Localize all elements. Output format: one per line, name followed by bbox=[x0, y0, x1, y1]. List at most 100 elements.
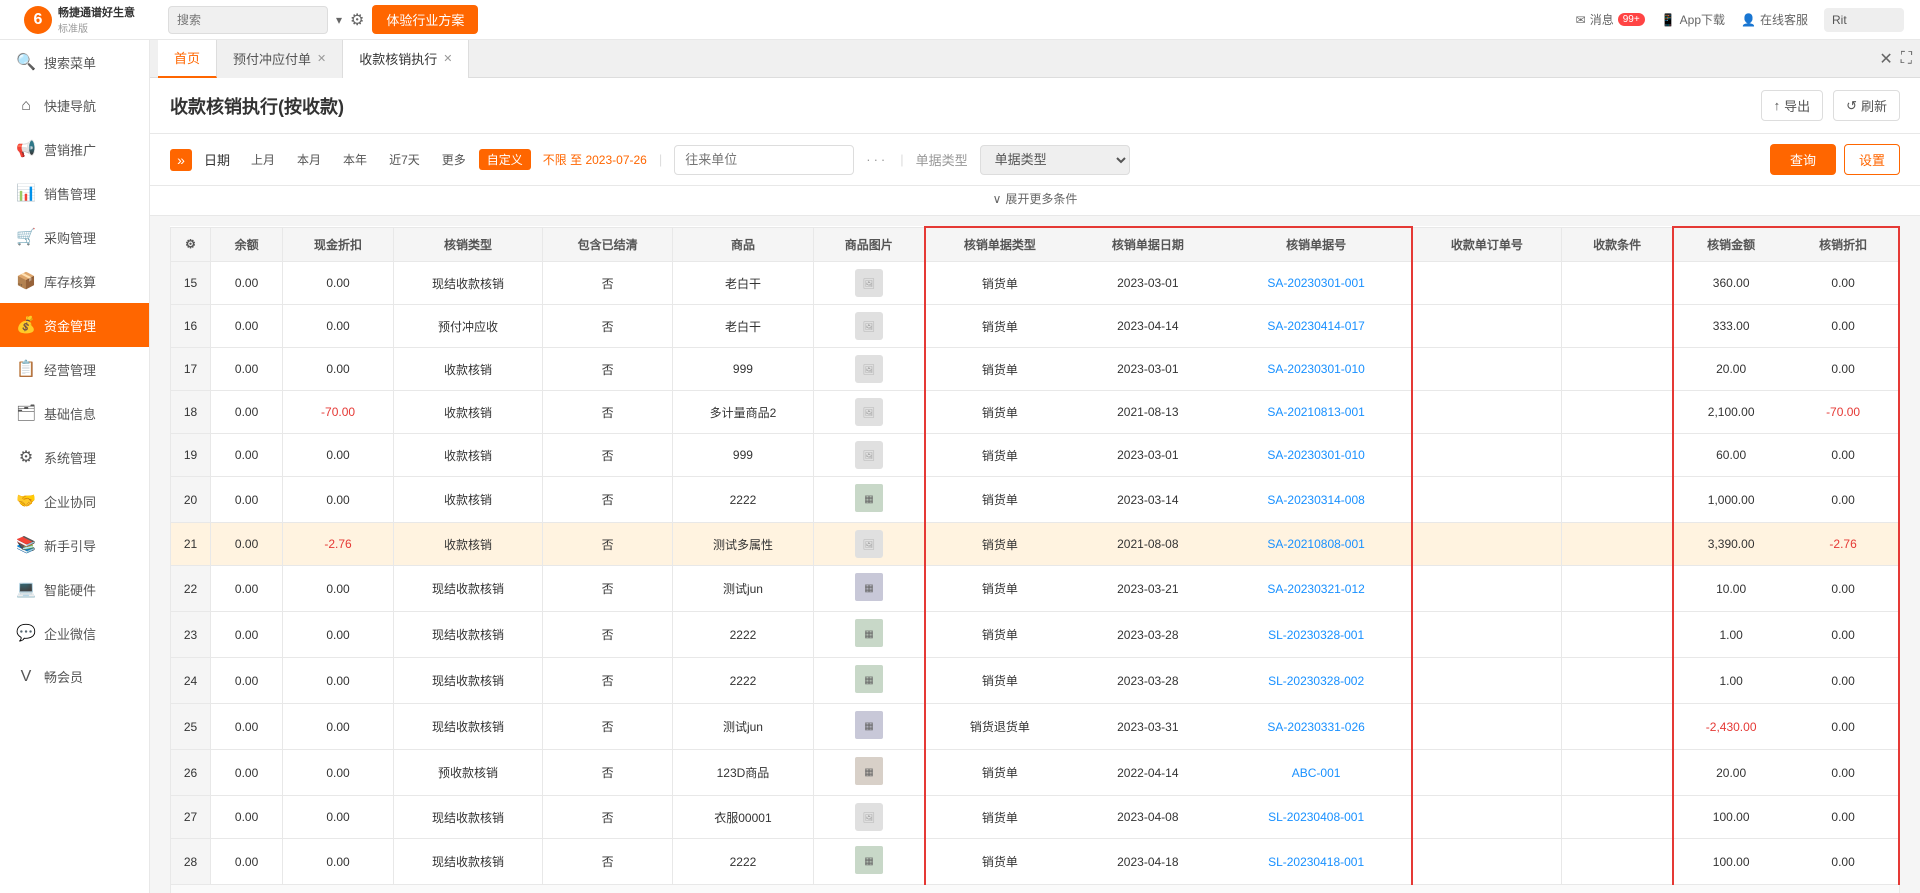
cell-receipt-no[interactable]: SA-20230301-001 bbox=[1222, 262, 1412, 305]
cell-receipt-no[interactable]: SA-20230321-012 bbox=[1222, 566, 1412, 612]
table-container[interactable]: ⚙ 余额 现金折扣 核销类型 包含已结清 商品 商品图片 核销单据类型 核销单据… bbox=[150, 216, 1920, 893]
date-pill-7days[interactable]: 近7天 bbox=[380, 148, 429, 171]
svg-text:🖼: 🖼 bbox=[862, 321, 875, 333]
cell-receipt-no[interactable]: ABC-001 bbox=[1222, 750, 1412, 796]
cell-goods: 测试多属性 bbox=[673, 523, 814, 566]
cell-collection-condition bbox=[1562, 434, 1674, 477]
cell-receipt-date: 2021-08-08 bbox=[1074, 523, 1222, 566]
cell-receipt-no[interactable]: SA-20230314-008 bbox=[1222, 477, 1412, 523]
tab-collection[interactable]: 收款核销执行 ✕ bbox=[343, 40, 469, 78]
row-number: 20 bbox=[171, 477, 211, 523]
cell-collection-condition bbox=[1562, 704, 1674, 750]
cell-receipt-no[interactable]: SA-20230414-017 bbox=[1222, 305, 1412, 348]
cell-receipt-type: 销货单 bbox=[925, 305, 1074, 348]
sidebar-item-inventory[interactable]: 📦 库存核算 bbox=[0, 259, 149, 303]
cell-goods-img: ▦ bbox=[813, 658, 925, 704]
table-row: 16 0.00 0.00 预付冲应收 否 老白干 🖼 销货单 2023-04-1… bbox=[171, 305, 1900, 348]
cell-cash-discount: 0.00 bbox=[283, 704, 394, 750]
tab-prepay[interactable]: 预付冲应付单 ✕ bbox=[217, 40, 343, 78]
cell-receipt-no[interactable]: SL-20230418-001 bbox=[1222, 839, 1412, 885]
cell-receipt-no[interactable]: SA-20230301-010 bbox=[1222, 348, 1412, 391]
cell-receipt-date: 2023-03-01 bbox=[1074, 262, 1222, 305]
sidebar-item-quick-nav[interactable]: ⌂ 快捷导航 bbox=[0, 84, 149, 127]
top-bar-search-input[interactable] bbox=[168, 6, 328, 34]
svg-text:▦: ▦ bbox=[864, 629, 873, 640]
user-area[interactable]: Rit bbox=[1824, 8, 1904, 32]
filter-settings-button[interactable]: 设置 bbox=[1844, 144, 1900, 175]
cell-cash-discount: 0.00 bbox=[283, 612, 394, 658]
cell-receipt-type: 销货单 bbox=[925, 796, 1074, 839]
query-button[interactable]: 查询 bbox=[1770, 144, 1836, 175]
sidebar-item-operations[interactable]: 📋 经营管理 bbox=[0, 347, 149, 391]
cell-receipt-no[interactable]: SL-20230328-001 bbox=[1222, 612, 1412, 658]
cell-goods-img: 🖼 bbox=[813, 434, 925, 477]
cell-receipt-no[interactable]: SL-20230328-002 bbox=[1222, 658, 1412, 704]
refresh-button[interactable]: ↺ 刷新 bbox=[1833, 90, 1900, 121]
sidebar-item-sales[interactable]: 📊 销售管理 bbox=[0, 171, 149, 215]
page-header-actions: ↑ 导出 ↺ 刷新 bbox=[1761, 90, 1900, 121]
date-range-area: 不限 至 2023-07-26 bbox=[543, 151, 647, 168]
cell-goods-img: ▦ bbox=[813, 839, 925, 885]
sidebar-item-member[interactable]: V 畅会员 bbox=[0, 655, 149, 698]
sidebar-item-base[interactable]: 🗂 基础信息 bbox=[0, 391, 149, 435]
cell-receipt-no[interactable]: SA-20210813-001 bbox=[1222, 391, 1412, 434]
row-number: 18 bbox=[171, 391, 211, 434]
col-writeoff-type: 核销类型 bbox=[393, 227, 542, 262]
cell-writeoff-discount: 0.00 bbox=[1788, 704, 1899, 750]
cell-writeoff-type: 现结收款核销 bbox=[393, 658, 542, 704]
date-custom-button[interactable]: 自定义 bbox=[479, 149, 531, 170]
industry-button[interactable]: 体验行业方案 bbox=[372, 5, 478, 34]
date-pill-last-month[interactable]: 上月 bbox=[242, 148, 284, 171]
cell-receipt-no[interactable]: SA-20230301-010 bbox=[1222, 434, 1412, 477]
table-row: 19 0.00 0.00 收款核销 否 999 🖼 销货单 2023-03-01… bbox=[171, 434, 1900, 477]
date-pill-this-year[interactable]: 本年 bbox=[334, 148, 376, 171]
cell-goods-img: 🖼 bbox=[813, 796, 925, 839]
sidebar-item-system[interactable]: ⚙ 系统管理 bbox=[0, 435, 149, 479]
online-service-item[interactable]: 👤 在线客服 bbox=[1741, 11, 1808, 28]
cell-include-settled: 否 bbox=[543, 704, 673, 750]
expand-more-button[interactable]: ∨ 展开更多条件 bbox=[993, 190, 1078, 207]
svg-text:▦: ▦ bbox=[864, 675, 873, 686]
sidebar-item-hardware[interactable]: 💻 智能硬件 bbox=[0, 567, 149, 611]
counterpart-input[interactable] bbox=[674, 145, 854, 175]
cell-receipt-date: 2023-03-28 bbox=[1074, 612, 1222, 658]
tab-home[interactable]: 首页 bbox=[158, 40, 217, 78]
tab-maximize-button[interactable]: ⛶ bbox=[1901, 50, 1912, 68]
cell-receipt-no[interactable]: SA-20210808-001 bbox=[1222, 523, 1412, 566]
receipt-type-select[interactable]: 单据类型 bbox=[980, 145, 1130, 175]
cell-receipt-no[interactable]: SL-20230408-001 bbox=[1222, 796, 1412, 839]
filter-expand-button[interactable]: » bbox=[170, 149, 192, 171]
sidebar-item-purchase[interactable]: 🛒 采购管理 bbox=[0, 215, 149, 259]
cell-writeoff-type: 预收款核销 bbox=[393, 750, 542, 796]
col-settings[interactable]: ⚙ bbox=[171, 227, 211, 262]
date-pill-this-month[interactable]: 本月 bbox=[288, 148, 330, 171]
app-download-item[interactable]: 📱 App下载 bbox=[1661, 11, 1725, 28]
cell-receipt-type: 销货单 bbox=[925, 434, 1074, 477]
svg-text:▦: ▦ bbox=[864, 721, 873, 732]
gear-icon[interactable]: ⚙ bbox=[350, 10, 364, 30]
filter-bar: » 日期 上月 本月 本年 近7天 更多 自定义 不限 至 2023-07-26… bbox=[150, 134, 1920, 186]
tab-collection-close[interactable]: ✕ bbox=[443, 52, 452, 65]
cell-cash-discount: 0.00 bbox=[283, 796, 394, 839]
cell-collection-order-no bbox=[1412, 658, 1562, 704]
sidebar-item-marketing[interactable]: 📢 营销推广 bbox=[0, 127, 149, 171]
col-collection-condition: 收款条件 bbox=[1562, 227, 1674, 262]
sidebar-item-wechat[interactable]: 💬 企业微信 bbox=[0, 611, 149, 655]
chevron-down-icon[interactable]: ▾ bbox=[336, 13, 342, 27]
cell-include-settled: 否 bbox=[543, 612, 673, 658]
cell-receipt-no[interactable]: SA-20230331-026 bbox=[1222, 704, 1412, 750]
tab-prepay-close[interactable]: ✕ bbox=[317, 52, 326, 65]
cell-receipt-date: 2023-04-08 bbox=[1074, 796, 1222, 839]
logo-icon: 6 bbox=[24, 6, 52, 34]
table-row: 24 0.00 0.00 现结收款核销 否 2222 ▦ 销货单 2023-03… bbox=[171, 658, 1900, 704]
sidebar-item-guide[interactable]: 📚 新手引导 bbox=[0, 523, 149, 567]
export-button[interactable]: ↑ 导出 bbox=[1761, 90, 1824, 121]
tab-close-all-button[interactable]: ✕ bbox=[1879, 49, 1892, 69]
cell-collection-order-no bbox=[1412, 434, 1562, 477]
sidebar-item-enterprise[interactable]: 🤝 企业协同 bbox=[0, 479, 149, 523]
messages-item[interactable]: ✉ 消息 99+ bbox=[1576, 11, 1645, 28]
sidebar-item-search[interactable]: 🔍 搜索菜单 bbox=[0, 40, 149, 84]
cell-include-settled: 否 bbox=[543, 750, 673, 796]
date-pill-more[interactable]: 更多 bbox=[433, 148, 475, 171]
sidebar-item-finance[interactable]: 💰 资金管理 bbox=[0, 303, 149, 347]
